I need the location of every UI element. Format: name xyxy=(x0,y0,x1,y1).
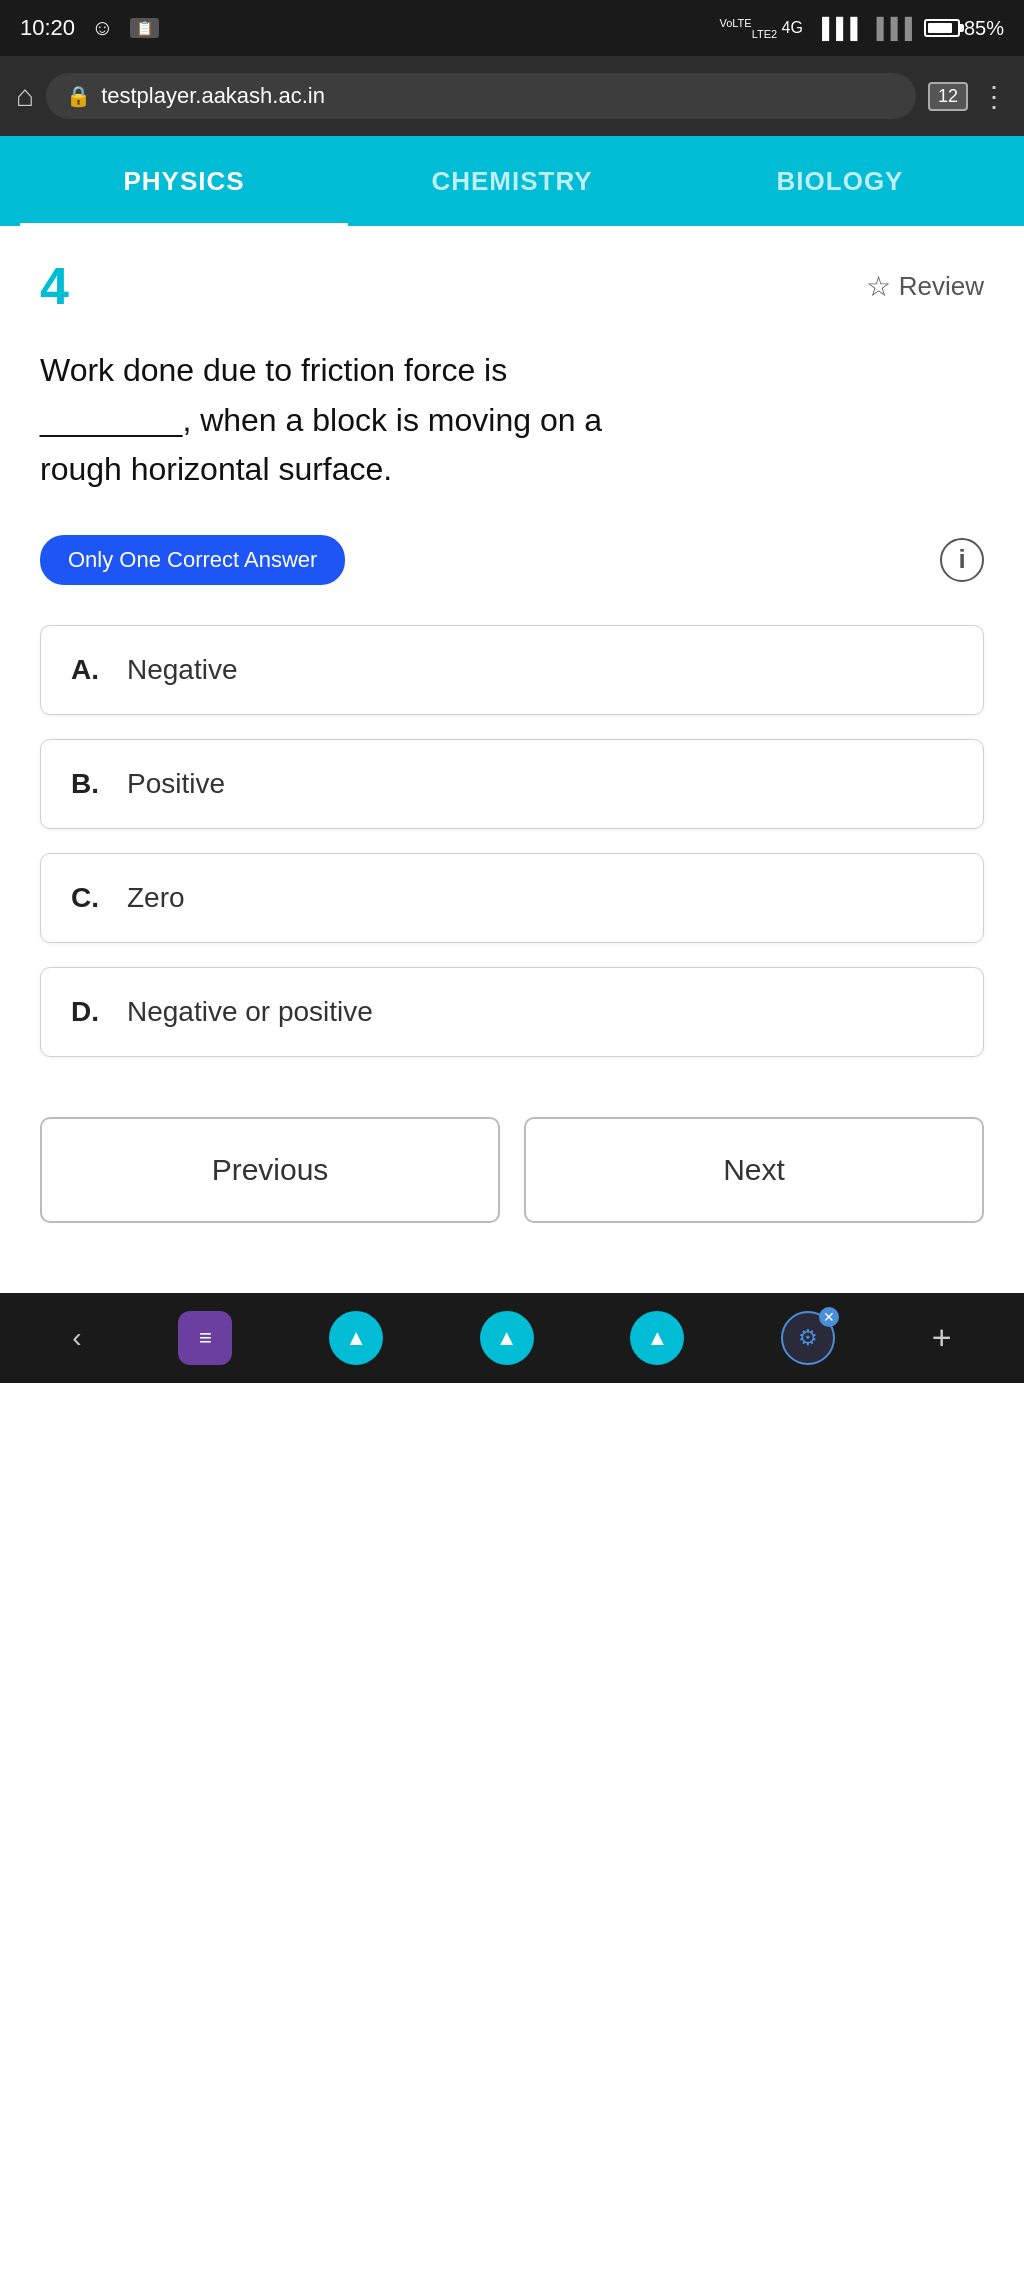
option-a-letter: A. xyxy=(71,654,107,686)
teal-app-icon-2[interactable]: ▲ xyxy=(480,1311,534,1365)
option-a[interactable]: A. Negative xyxy=(40,625,984,715)
nav-buttons: Previous Next xyxy=(40,1117,984,1223)
options-list: A. Negative B. Positive C. Zero D. Negat… xyxy=(40,625,984,1057)
lock-icon: 🔒 xyxy=(66,84,91,108)
answer-type-row: Only One Correct Answer i xyxy=(40,535,984,585)
notification-icon: 📋 xyxy=(130,18,159,38)
signal-icon-2: ▐▐▐ xyxy=(869,17,912,40)
subject-tabs: PHYSICS CHEMISTRY BIOLOGY xyxy=(0,136,1024,226)
teal-app-glyph-3: ▲ xyxy=(647,1325,669,1351)
option-c-letter: C. xyxy=(71,882,107,914)
time: 10:20 xyxy=(20,15,75,41)
option-b-text: Positive xyxy=(127,768,225,800)
teal-app-glyph-2: ▲ xyxy=(496,1325,518,1351)
menu-dots-icon[interactable]: ⋮ xyxy=(980,80,1008,113)
previous-button[interactable]: Previous xyxy=(40,1117,500,1223)
purple-app-glyph: ≡ xyxy=(199,1325,212,1351)
option-d[interactable]: D. Negative or positive xyxy=(40,967,984,1057)
whatsapp-icon: ☺ xyxy=(91,15,113,41)
question-line2: ________, when a block is moving on a xyxy=(40,402,602,438)
signal-icon: ▐▐▐ xyxy=(815,17,858,40)
browser-bar: ⌂ 🔒 testplayer.aakash.ac.in 12 ⋮ xyxy=(0,56,1024,136)
review-button[interactable]: ☆ Review xyxy=(866,270,984,303)
teal-app-icon-3[interactable]: ▲ xyxy=(630,1311,684,1365)
plus-icon[interactable]: + xyxy=(932,1318,952,1357)
battery-indicator: 85% xyxy=(924,17,1004,40)
option-c-text: Zero xyxy=(127,882,185,914)
option-c[interactable]: C. Zero xyxy=(40,853,984,943)
url-text: testplayer.aakash.ac.in xyxy=(101,83,325,109)
review-label: Review xyxy=(899,271,984,302)
option-d-text: Negative or positive xyxy=(127,996,373,1028)
option-b[interactable]: B. Positive xyxy=(40,739,984,829)
teal-app-icon-1[interactable]: ▲ xyxy=(329,1311,383,1365)
info-icon[interactable]: i xyxy=(940,538,984,582)
question-text: Work done due to friction force is _____… xyxy=(40,346,984,495)
option-a-text: Negative xyxy=(127,654,238,686)
option-d-letter: D. xyxy=(71,996,107,1028)
answer-type-badge: Only One Correct Answer xyxy=(40,535,345,585)
question-number: 4 xyxy=(40,256,69,316)
circle-app-icon[interactable]: ⚙ ✕ xyxy=(781,1311,835,1365)
bottom-taskbar: ‹ ≡ ▲ ▲ ▲ ⚙ ✕ + xyxy=(0,1293,1024,1383)
tab-biology[interactable]: BIOLOGY xyxy=(676,136,1004,226)
option-b-letter: B. xyxy=(71,768,107,800)
status-left: 10:20 ☺ 📋 xyxy=(20,15,159,41)
x-badge: ✕ xyxy=(819,1307,839,1327)
address-bar[interactable]: 🔒 testplayer.aakash.ac.in xyxy=(46,73,916,119)
circle-icon-glyph: ⚙ xyxy=(798,1325,818,1351)
main-content: 4 ☆ Review Work done due to friction for… xyxy=(0,226,1024,1293)
battery-percent: 85% xyxy=(964,17,1004,40)
status-right: VoLTELTE2 4G ▐▐▐ ▐▐▐ 85% xyxy=(719,17,1004,40)
tab-chemistry[interactable]: CHEMISTRY xyxy=(348,136,676,226)
question-header: 4 ☆ Review xyxy=(40,256,984,316)
back-chevron-icon[interactable]: ‹ xyxy=(72,1322,81,1354)
purple-app-icon[interactable]: ≡ xyxy=(178,1311,232,1365)
home-icon[interactable]: ⌂ xyxy=(16,79,34,113)
network-label: VoLTELTE2 4G xyxy=(719,17,803,40)
tab-count-badge[interactable]: 12 xyxy=(928,82,968,111)
star-icon: ☆ xyxy=(866,270,891,303)
teal-app-glyph-1: ▲ xyxy=(345,1325,367,1351)
status-bar: 10:20 ☺ 📋 VoLTELTE2 4G ▐▐▐ ▐▐▐ 85% xyxy=(0,0,1024,56)
tab-physics[interactable]: PHYSICS xyxy=(20,136,348,226)
question-line1: Work done due to friction force is xyxy=(40,352,507,388)
question-line3: rough horizontal surface. xyxy=(40,451,392,487)
next-button[interactable]: Next xyxy=(524,1117,984,1223)
